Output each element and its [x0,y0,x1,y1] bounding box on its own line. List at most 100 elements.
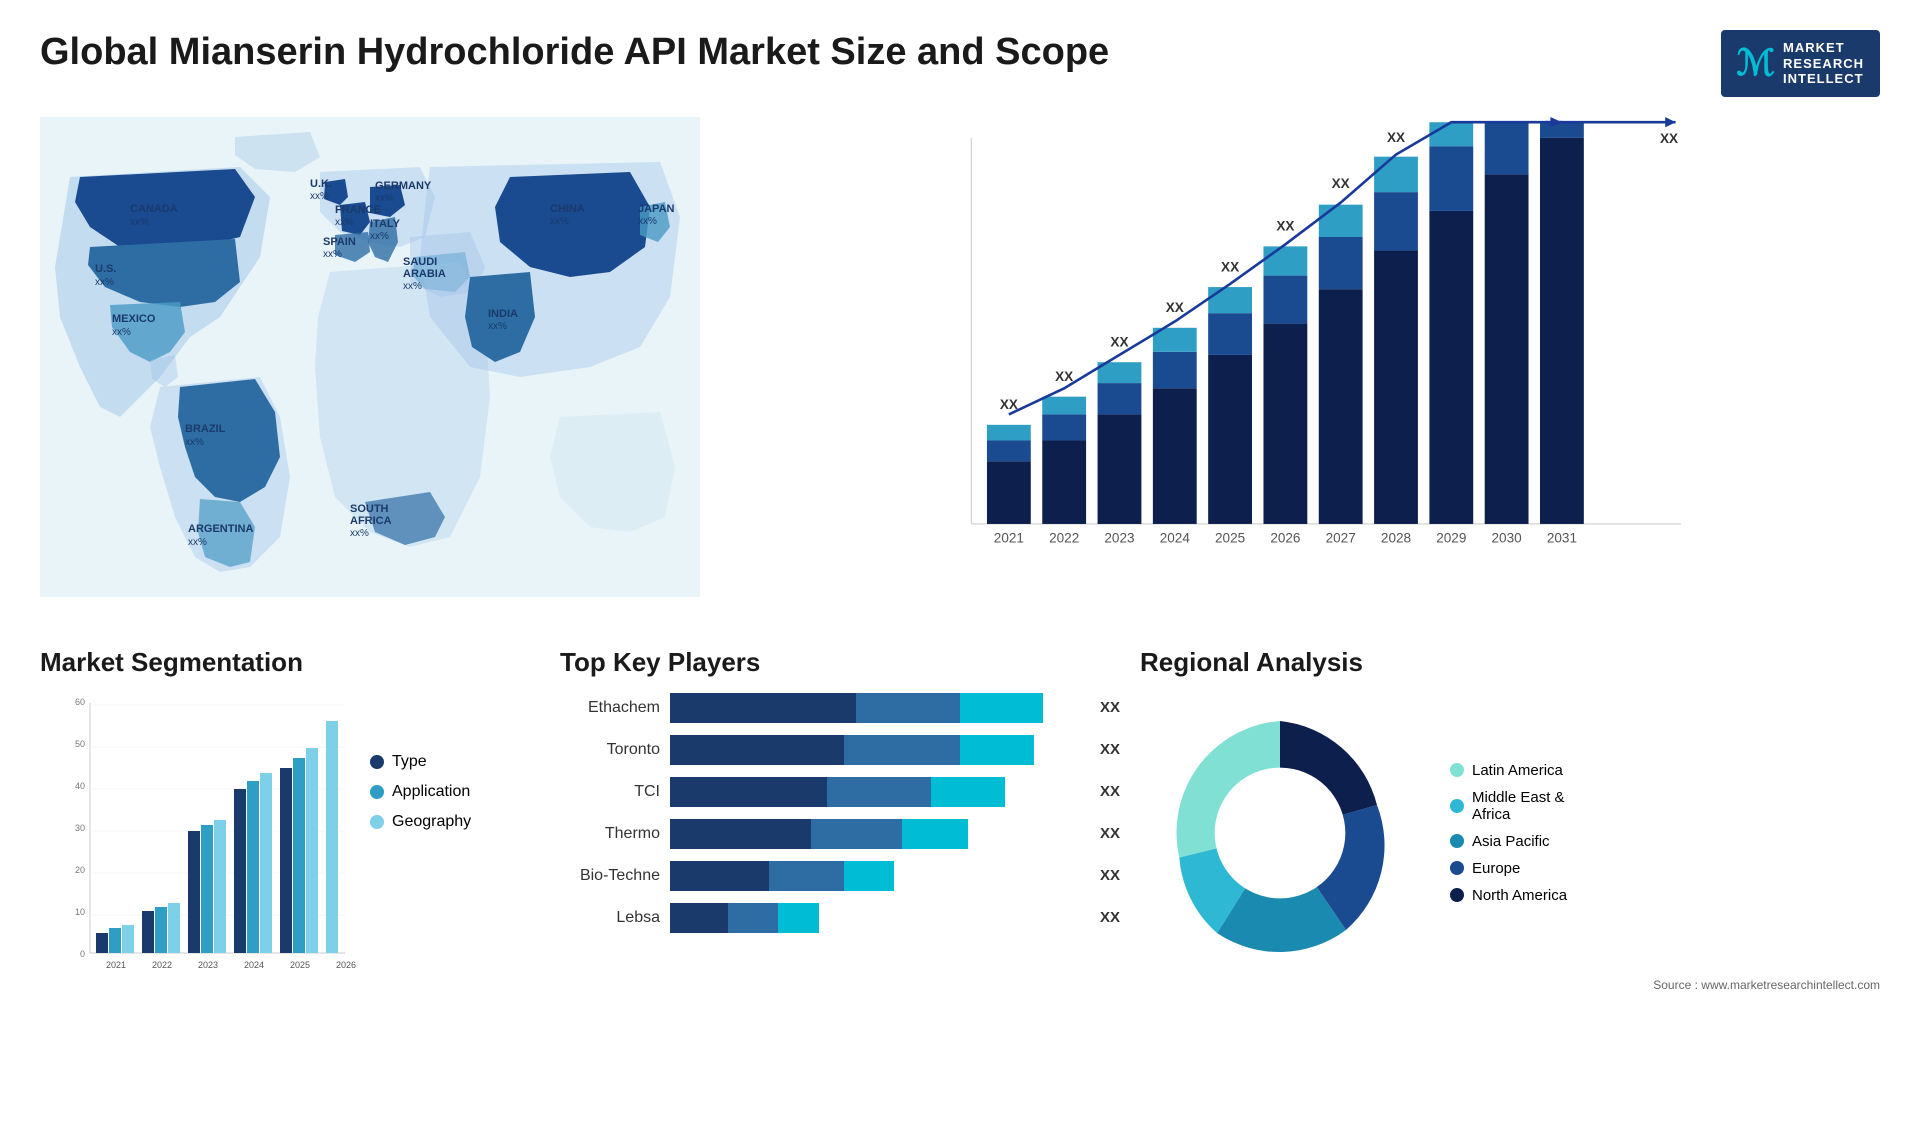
bar-2021-light [987,425,1031,441]
legend-dot-type [370,755,384,769]
label-mexico: MEXICO [112,313,156,325]
world-map-svg: CANADA xx% U.S. xx% MEXICO xx% BRAZIL xx… [40,117,700,597]
bar-2022-dark [1042,440,1086,523]
val-2023: XX [1110,334,1128,349]
value-india: xx% [488,321,507,332]
legend-dot-application [370,785,384,799]
players-chart: Ethachem XX Toronto XX [560,693,1120,933]
segmentation-svg: 0 10 20 30 40 50 60 [40,693,360,993]
bar-2021-mid [987,440,1031,461]
value-argentina: xx% [188,537,207,548]
label-japan: JAPAN [638,203,675,215]
player-value-toronto: XX [1100,741,1120,758]
page-title: Global Mianserin Hydrochloride API Marke… [40,30,1109,76]
bar-2022-mid [1042,414,1086,440]
player-value-tci: XX [1100,783,1120,800]
key-players-title: Top Key Players [560,647,1120,678]
label-italy: ITALY [370,218,401,230]
bar-2027-mid [1319,237,1363,289]
bar-2028-mid [1374,192,1418,250]
player-value-thermo: XX [1100,825,1120,842]
map-section: CANADA xx% U.S. xx% MEXICO xx% BRAZIL xx… [40,117,700,597]
value-germany: xx% [375,193,394,204]
player-bar-light-biotechne [844,861,894,891]
svg-text:2022: 2022 [152,960,172,970]
regional-legend: Latin America Middle East &Africa Asia P… [1450,762,1567,904]
val-2021: XX [1000,397,1018,412]
player-row-tci: TCI XX [560,777,1120,807]
bar-2025-dark [1208,355,1252,524]
label-canada: CANADA [130,203,178,215]
value-china: xx% [550,216,569,227]
xlabel-2026: 2026 [1270,531,1300,546]
svg-text:0: 0 [80,949,85,959]
player-bar-light-ethachem [960,693,1043,723]
logo-container: ℳ MARKET RESEARCH INTELLECT [1721,30,1880,97]
player-bar-mid-thermo [811,819,902,849]
page-header: Global Mianserin Hydrochloride API Marke… [40,30,1880,97]
svg-text:50: 50 [75,739,85,749]
player-bar-dark-tci [670,777,827,807]
legend-type: Type [370,753,471,771]
dot-latin [1450,763,1464,777]
svg-text:20: 20 [75,865,85,875]
regional-title: Regional Analysis [1140,647,1880,678]
player-name-lebsa: Lebsa [560,909,660,927]
regional-legend-middle-east: Middle East &Africa [1450,789,1567,823]
bar-2024-mid [1153,352,1197,389]
bar-2028-light [1374,156,1418,191]
regional-legend-asia: Asia Pacific [1450,833,1567,850]
player-bar-mid-tci [827,777,930,807]
svg-text:30: 30 [75,823,85,833]
dot-europe [1450,861,1464,875]
player-bar-lebsa [670,903,1084,933]
bar-2022-light [1042,396,1086,414]
player-row-lebsa: Lebsa XX [560,903,1120,933]
label-argentina: ARGENTINA [188,523,253,535]
bar-2029-light [1429,122,1473,146]
player-bar-light-toronto [960,735,1035,765]
bar-2023-mid [1098,383,1142,414]
bar-chart-svg: XX XX XX XX XX [720,117,1880,597]
legend-geography: Geography [370,813,471,831]
player-bar-mid-biotechne [769,861,844,891]
player-bar-mid-lebsa [728,903,778,933]
bar-2025-mid [1208,313,1252,355]
segmentation-content: 0 10 20 30 40 50 60 [40,693,540,993]
xlabel-2029: 2029 [1436,531,1466,546]
value-mexico: xx% [112,327,131,338]
bar-2029-mid [1429,146,1473,211]
player-name-tci: TCI [560,783,660,801]
value-canada: xx% [130,217,149,228]
dot-asia [1450,834,1464,848]
logo-letter: ℳ [1737,42,1776,84]
val-2025: XX [1221,259,1239,274]
player-bar-ethachem [670,693,1084,723]
player-bar-mid-ethachem [856,693,959,723]
player-bar-thermo [670,819,1084,849]
legend-application: Application [370,783,471,801]
xlabel-2023: 2023 [1104,531,1134,546]
player-bar-light-tci [931,777,1006,807]
val-2024: XX [1166,300,1184,315]
value-japan: xx% [638,216,657,227]
player-bar-dark-lebsa [670,903,728,933]
bar-chart-section: XX XX XX XX XX [720,117,1880,597]
segmentation-title: Market Segmentation [40,647,540,678]
val-2027: XX [1332,176,1350,191]
player-name-thermo: Thermo [560,825,660,843]
svg-text:2021: 2021 [106,960,126,970]
label-spain: SPAIN [323,236,356,248]
logo-box: ℳ MARKET RESEARCH INTELLECT [1721,30,1880,97]
xlabel-2025: 2025 [1215,531,1245,546]
bar-2021-dark [987,461,1031,524]
svg-text:2025: 2025 [290,960,310,970]
segmentation-section: Market Segmentation 0 10 20 30 40 50 60 [40,647,540,1127]
key-players-section: Top Key Players Ethachem XX Toronto [560,647,1120,1127]
val-2028: XX [1387,130,1405,145]
svg-text:2026: 2026 [336,960,356,970]
player-row-toronto: Toronto XX [560,735,1120,765]
xlabel-2022: 2022 [1049,531,1079,546]
logo-text: MARKET RESEARCH INTELLECT [1783,40,1864,87]
label-uk: U.K. [310,178,332,190]
